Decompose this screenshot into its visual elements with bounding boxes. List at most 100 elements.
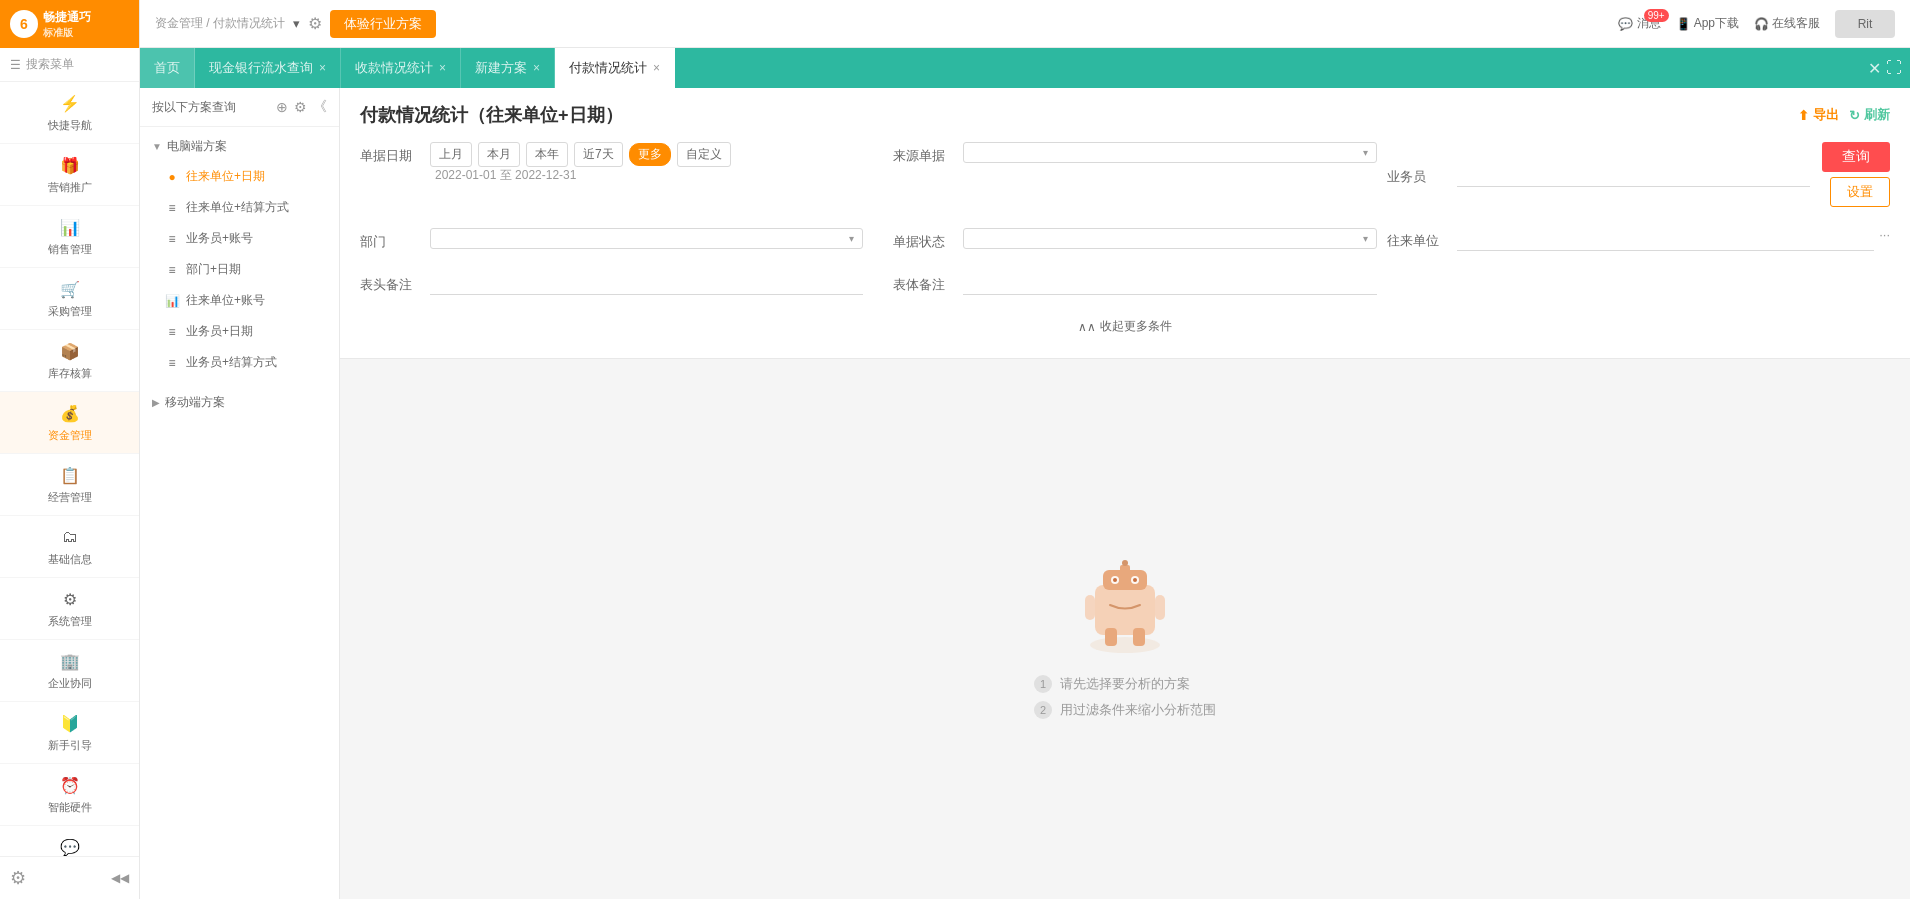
clipboard-icon: 📋 <box>59 464 81 486</box>
footer-collapse-icon[interactable]: ◀◀ <box>111 871 129 885</box>
online-service-button[interactable]: 🎧 在线客服 <box>1754 15 1820 32</box>
tab-payment[interactable]: 付款情况统计 × <box>555 48 675 88</box>
sidebar-item-hardware[interactable]: ⏰ 智能硬件 <box>0 764 139 826</box>
group-arrow-icon: ▼ <box>152 141 162 152</box>
date-range-text: 2022-01-01 至 2022-12-31 <box>435 167 863 184</box>
header-note-input[interactable] <box>430 271 863 295</box>
header-note-section: 表头备注 <box>360 271 863 295</box>
staff-input[interactable] <box>1457 163 1810 187</box>
date-btn-last-month[interactable]: 上月 <box>430 142 472 167</box>
search-menu[interactable]: ☰ 搜索菜单 <box>0 48 139 82</box>
app-download-button[interactable]: 📱 App下载 <box>1676 15 1739 32</box>
scheme-item-partner-date[interactable]: ● 往来单位+日期 <box>140 161 339 192</box>
phone-icon: 📱 <box>1676 17 1691 31</box>
body-note-input[interactable] <box>963 271 1376 295</box>
collapse-button[interactable]: ∧∧ 收起更多条件 <box>1070 310 1180 343</box>
scheme-group-desktop-title[interactable]: ▼ 电脑端方案 <box>140 132 339 161</box>
status-select[interactable]: ▾ <box>963 228 1376 249</box>
topbar-gear-icon[interactable]: ⚙ <box>308 14 322 33</box>
partner-dots-icon[interactable]: ··· <box>1879 227 1890 242</box>
dept-select[interactable]: ▾ <box>430 228 863 249</box>
sidebar-item-inventory[interactable]: 📦 库存核算 <box>0 330 139 392</box>
message-button[interactable]: 💬 消息 99+ <box>1618 15 1661 32</box>
scheme-item-partner-settle[interactable]: ≡ 往来单位+结算方式 <box>140 192 339 223</box>
avatar[interactable]: Rit <box>1835 10 1895 38</box>
svg-point-6 <box>1133 578 1137 582</box>
tab-new-scheme-close-icon[interactable]: × <box>533 61 540 75</box>
cart-icon: 🛒 <box>59 278 81 300</box>
scheme-group-mobile-title[interactable]: ▶ 移动端方案 <box>140 388 339 417</box>
tab-maximize-icon[interactable]: ⛶ <box>1886 59 1902 77</box>
sidebar-item-enterprise[interactable]: 🏢 企业协同 <box>0 640 139 702</box>
sidebar-nav: ⚡ 快捷导航 🎁 营销推广 📊 销售管理 🛒 采购管理 📦 库存核算 💰 资金管… <box>0 82 139 856</box>
main-area: 资金管理 / 付款情况统计 ▾ ⚙ 体验行业方案 💬 消息 99+ 📱 App下… <box>140 0 1910 899</box>
date-btn-more[interactable]: 更多 <box>629 143 671 166</box>
scheme-settings-button[interactable]: ⚙ <box>294 99 307 115</box>
sidebar-item-finance[interactable]: 💰 资金管理 <box>0 392 139 454</box>
scheme-item-staff-account[interactable]: ≡ 业务员+账号 <box>140 223 339 254</box>
svg-point-5 <box>1113 578 1117 582</box>
tab-receipt-close-icon[interactable]: × <box>439 61 446 75</box>
export-icon: ⬆ <box>1798 108 1809 123</box>
body-note-label: 表体备注 <box>893 271 963 294</box>
date-btn-7days[interactable]: 近7天 <box>574 142 623 167</box>
tab-payment-close-icon[interactable]: × <box>653 61 660 75</box>
scheme-item-staff-date[interactable]: ≡ 业务员+日期 <box>140 316 339 347</box>
sidebar-item-operations[interactable]: 📋 经营管理 <box>0 454 139 516</box>
filter-settings-button[interactable]: 设置 <box>1830 177 1890 207</box>
tabbar-spacer <box>675 48 1860 88</box>
tab-new-scheme[interactable]: 新建方案 × <box>461 48 555 88</box>
status-label: 单据状态 <box>893 228 963 251</box>
breadcrumb-dropdown-icon[interactable]: ▾ <box>293 16 300 31</box>
scheme-collapse-button[interactable]: 《 <box>313 98 327 116</box>
data-area: 1 请先选择要分析的方案 2 用过滤条件来缩小分析范围 <box>340 359 1910 899</box>
date-btn-this-month[interactable]: 本月 <box>478 142 520 167</box>
source-select[interactable]: ▾ <box>963 142 1376 163</box>
header-note-label: 表头备注 <box>360 271 430 294</box>
sidebar-item-shortcuts[interactable]: ⚡ 快捷导航 <box>0 82 139 144</box>
hint-num-1: 1 <box>1034 675 1052 693</box>
tab-bank[interactable]: 现金银行流水查询 × <box>195 48 341 88</box>
tabbar: 首页 现金银行流水查询 × 收款情况统计 × 新建方案 × 付款情况统计 × ✕… <box>140 48 1910 88</box>
dept-select-arrow-icon: ▾ <box>849 233 854 244</box>
chart-icon: 📊 <box>59 216 81 238</box>
tab-receipt[interactable]: 收款情况统计 × <box>341 48 461 88</box>
logo-icon: 6 <box>10 10 38 38</box>
status-select-arrow-icon: ▾ <box>1363 233 1368 244</box>
date-btn-custom[interactable]: 自定义 <box>677 142 731 167</box>
refresh-button[interactable]: ↻ 刷新 <box>1849 106 1890 124</box>
date-filter-section: 单据日期 上月 本月 本年 近7天 更多 自定义 2022-01-01 至 20… <box>360 142 863 184</box>
tab-bank-close-icon[interactable]: × <box>319 61 326 75</box>
sidebar-item-system[interactable]: ⚙ 系统管理 <box>0 578 139 640</box>
scheme-item-icon-5: ≡ <box>164 324 180 340</box>
sidebar-item-basic[interactable]: 🗂 基础信息 <box>0 516 139 578</box>
money-icon: 💰 <box>59 402 81 424</box>
date-btn-this-year[interactable]: 本年 <box>526 142 568 167</box>
dept-filter-section: 部门 ▾ <box>360 228 863 251</box>
sidebar-item-marketing[interactable]: 🎁 营销推广 <box>0 144 139 206</box>
sidebar-item-wechat[interactable]: 💬 企业微信 <box>0 826 139 856</box>
scheme-add-button[interactable]: ⊕ <box>276 99 288 115</box>
search-icon: ☰ <box>10 58 21 72</box>
empty-hint-2: 2 用过滤条件来缩小分析范围 <box>1034 701 1216 719</box>
svg-rect-10 <box>1155 595 1165 620</box>
scheme-header: 按以下方案查询 ⊕ ⚙ 《 <box>140 88 339 127</box>
sidebar-item-purchase[interactable]: 🛒 采购管理 <box>0 268 139 330</box>
footer-settings-icon[interactable]: ⚙ <box>10 867 26 889</box>
scheme-item-partner-account[interactable]: 📊 往来单位+账号 <box>140 285 339 316</box>
partner-input[interactable] <box>1457 227 1875 251</box>
sidebar-item-sales[interactable]: 📊 销售管理 <box>0 206 139 268</box>
staff-label: 业务员 <box>1387 163 1457 186</box>
empty-state-icon <box>1065 540 1185 660</box>
sidebar-item-guide[interactable]: 🔰 新手引导 <box>0 702 139 764</box>
svg-point-0 <box>1090 637 1160 653</box>
scheme-item-dept-date[interactable]: ≡ 部门+日期 <box>140 254 339 285</box>
trial-button[interactable]: 体验行业方案 <box>330 10 436 38</box>
sidebar-logo-text: 畅捷通巧 标准版 <box>43 9 91 40</box>
scheme-item-staff-settle[interactable]: ≡ 业务员+结算方式 <box>140 347 339 378</box>
export-button[interactable]: ⬆ 导出 <box>1798 106 1839 124</box>
tab-home[interactable]: 首页 <box>140 48 195 88</box>
tab-close-all-icon[interactable]: ✕ <box>1868 59 1881 78</box>
date-filter-content: 上月 本月 本年 近7天 更多 自定义 2022-01-01 至 2022-12… <box>430 142 863 184</box>
query-button[interactable]: 查询 <box>1822 142 1890 172</box>
